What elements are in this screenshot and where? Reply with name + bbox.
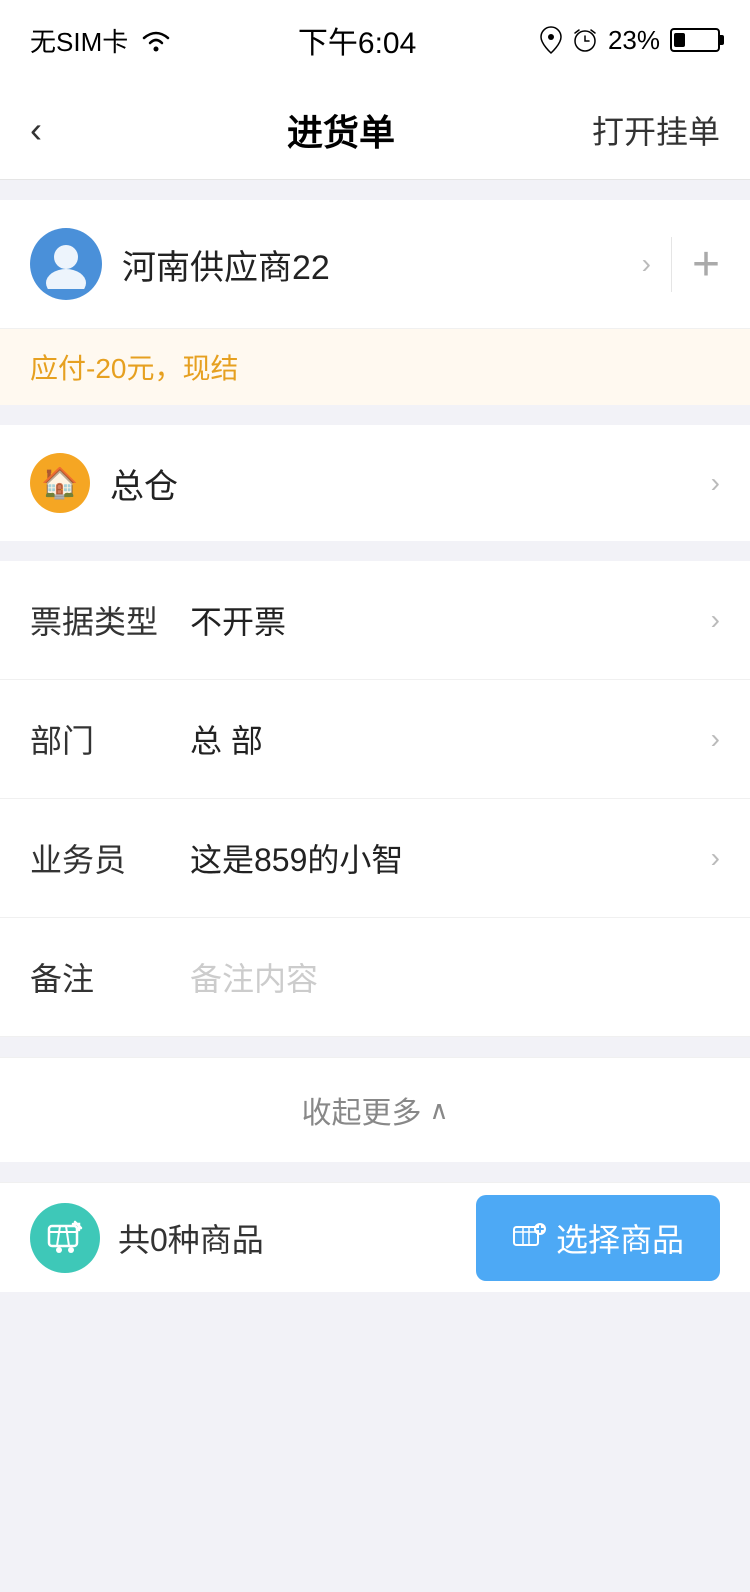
salesperson-value: 这是859的小智 — [190, 835, 711, 881]
wifi-icon — [138, 27, 174, 53]
page-title: 进货单 — [287, 104, 395, 156]
supplier-row[interactable]: 河南供应商22 › + — [0, 200, 750, 329]
gray-area — [0, 1292, 750, 1592]
warehouse-name: 总仓 — [110, 459, 711, 508]
alarm-icon — [572, 27, 598, 53]
select-product-label: 选择商品 — [556, 1215, 684, 1261]
collapse-label: 收起更多 — [301, 1088, 421, 1132]
supplier-avatar — [30, 228, 102, 300]
invoice-type-row[interactable]: 票据类型 不开票 › — [0, 561, 750, 680]
warehouse-icon-wrap: 🏠 — [30, 453, 90, 513]
select-product-button[interactable]: 选择商品 — [476, 1195, 720, 1281]
department-row[interactable]: 部门 总 部 › — [0, 680, 750, 799]
cart-icon — [45, 1218, 85, 1258]
battery-percent: 23% — [608, 25, 660, 56]
warehouse-chevron: › — [711, 467, 720, 499]
status-right: 23% — [540, 25, 720, 56]
salesperson-row[interactable]: 业务员 这是859的小智 › — [0, 799, 750, 918]
invoice-type-value: 不开票 — [190, 597, 711, 643]
department-chevron: › — [711, 723, 720, 755]
collapse-row[interactable]: 收起更多 ∧ — [0, 1057, 750, 1162]
supplier-name: 河南供应商22 — [122, 240, 642, 289]
battery-icon — [670, 28, 720, 52]
remark-label: 备注 — [30, 954, 190, 1000]
remark-row[interactable]: 备注 备注内容 — [0, 918, 750, 1037]
warehouse-section: 🏠 总仓 › — [0, 425, 750, 541]
location-icon — [540, 26, 562, 54]
notice-banner: 应付-20元，现结 — [0, 329, 750, 405]
supplier-section: 河南供应商22 › + 应付-20元，现结 — [0, 200, 750, 405]
house-icon: 🏠 — [41, 466, 78, 501]
open-pending-button[interactable]: 打开挂单 — [592, 107, 720, 153]
back-button[interactable]: ‹ — [30, 109, 90, 151]
nav-bar: ‹ 进货单 打开挂单 — [0, 80, 750, 180]
add-supplier-button[interactable]: + — [671, 237, 720, 292]
salesperson-chevron: › — [711, 842, 720, 874]
status-time: 下午6:04 — [298, 18, 416, 62]
invoice-type-chevron: › — [711, 604, 720, 636]
salesperson-label: 业务员 — [30, 835, 190, 881]
carrier-label: 无SIM卡 — [30, 22, 128, 59]
collapse-arrow: ∧ — [429, 1095, 448, 1126]
select-product-icon — [512, 1221, 546, 1255]
product-count: 共0种商品 — [118, 1215, 476, 1261]
remark-input[interactable]: 备注内容 — [190, 954, 720, 1000]
form-section: 票据类型 不开票 › 部门 总 部 › 业务员 这是859的小智 › 备注 备注… — [0, 561, 750, 1037]
department-label: 部门 — [30, 716, 190, 762]
section-gap-2 — [0, 405, 750, 425]
section-gap-1 — [0, 180, 750, 200]
bottom-bar: 共0种商品 选择商品 — [0, 1182, 750, 1292]
warehouse-row[interactable]: 🏠 总仓 › — [0, 425, 750, 541]
supplier-chevron: › — [642, 248, 651, 280]
cart-icon-wrap — [30, 1203, 100, 1273]
status-left: 无SIM卡 — [30, 22, 174, 59]
status-bar: 无SIM卡 下午6:04 23% — [0, 0, 750, 80]
department-value: 总 部 — [190, 716, 711, 762]
invoice-type-label: 票据类型 — [30, 597, 190, 643]
person-icon — [41, 239, 91, 289]
